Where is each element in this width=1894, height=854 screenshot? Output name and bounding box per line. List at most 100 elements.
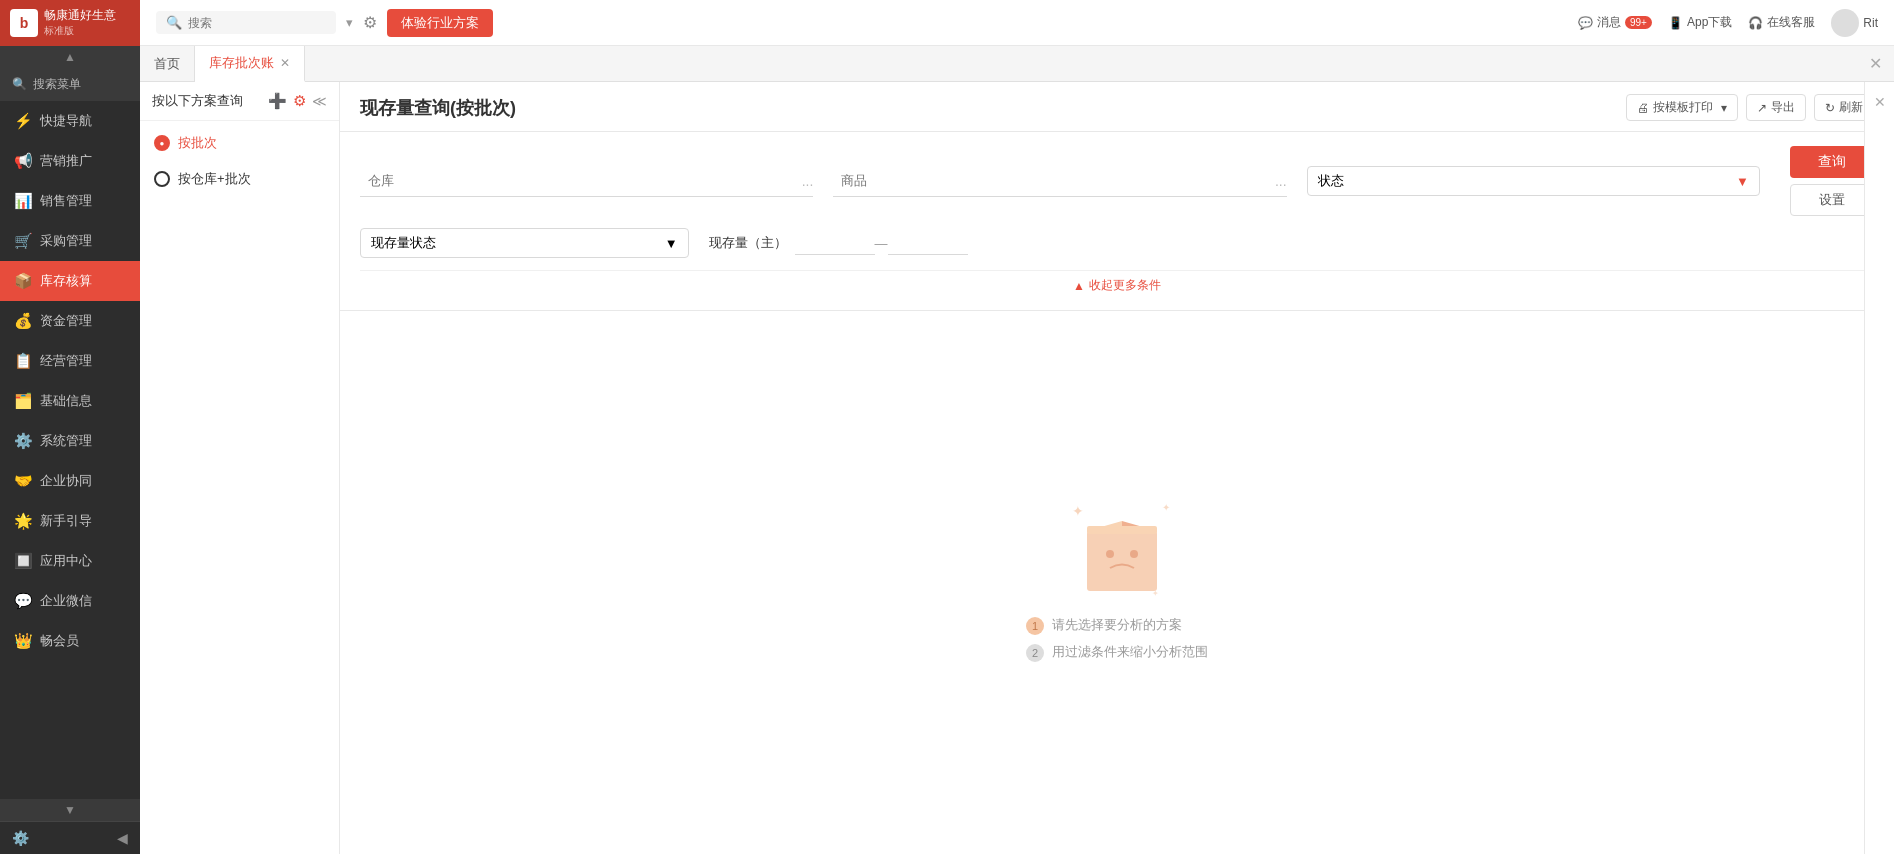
online-service-btn[interactable]: 🎧 在线客服 <box>1748 14 1815 31</box>
scheme-label-by-warehouse-batch: 按仓库+批次 <box>178 170 251 188</box>
scheme-item-by-warehouse-batch[interactable]: 按仓库+批次 <box>140 161 339 197</box>
topbar-search-input[interactable] <box>188 16 326 30</box>
empty-svg: ✦ ✦ ✦ <box>1067 496 1187 606</box>
empty-tips: 1 请先选择要分析的方案 2 用过滤条件来缩小分析范围 <box>1026 616 1208 670</box>
inventory-qty-label: 现存量（主） <box>709 234 787 252</box>
sidebar-item-member[interactable]: 👑 畅会员 <box>0 621 140 661</box>
tab-inventory-batch[interactable]: 库存批次账 ✕ <box>195 46 305 82</box>
filter-settings-btn[interactable]: 设置 <box>1790 184 1874 216</box>
sidebar-item-label: 采购管理 <box>40 232 92 250</box>
sidebar-item-label: 企业微信 <box>40 592 92 610</box>
sidebar-search-btn[interactable]: 🔍 搜索菜单 <box>0 68 140 101</box>
svg-point-5 <box>1130 550 1138 558</box>
svg-text:✦: ✦ <box>1162 502 1170 513</box>
topbar: 🔍 ▾ ⚙ 体验行业方案 💬 消息 99+ 📱 App下载 🎧 在线客服 <box>140 0 1894 46</box>
collapse-more-btn[interactable]: ▲ 收起更多条件 <box>360 270 1874 300</box>
sidebar-item-guide[interactable]: 🌟 新手引导 <box>0 501 140 541</box>
sidebar-item-operations[interactable]: 📋 经营管理 <box>0 341 140 381</box>
settings-topbar-btn[interactable]: ⚙ <box>363 13 377 32</box>
refresh-btn-label: 刷新 <box>1839 99 1863 116</box>
inventory-qty-to-input[interactable] <box>888 231 968 255</box>
filter-actions: 查询 设置 <box>1790 146 1874 216</box>
sidebar-item-label: 库存核算 <box>40 272 92 290</box>
app-version: 标准版 <box>44 24 116 38</box>
sidebar-item-label: 企业协同 <box>40 472 92 490</box>
enterprise-icon: 🤝 <box>14 472 32 490</box>
right-close-icon[interactable]: ✕ <box>1874 94 1886 110</box>
sidebar-item-system[interactable]: ⚙️ 系统管理 <box>0 421 140 461</box>
app-name: 畅康通好生意 <box>44 8 116 24</box>
collapse-scheme-btn[interactable]: ≪ <box>312 92 327 110</box>
sidebar-nav: ⚡ 快捷导航 📢 营销推广 📊 销售管理 🛒 采购管理 📦 库存核算 💰 资金管… <box>0 101 140 799</box>
user-name: Rit <box>1863 16 1878 30</box>
filter-area: ... ... 状态 ▼ <box>340 132 1894 311</box>
warehouse-input[interactable] <box>360 169 798 192</box>
search-icon: 🔍 <box>12 77 27 91</box>
app-logo: b <box>10 9 38 37</box>
warehouse-dots-icon[interactable]: ... <box>802 173 814 189</box>
industry-btn[interactable]: 体验行业方案 <box>387 9 493 37</box>
sidebar-item-sales[interactable]: 📊 销售管理 <box>0 181 140 221</box>
user-avatar-area[interactable]: Rit <box>1831 9 1878 37</box>
collapse-sidebar-icon[interactable]: ◀ <box>117 830 128 846</box>
add-scheme-btn[interactable]: ➕ <box>268 92 287 110</box>
sidebar-item-enterprise[interactable]: 🤝 企业协同 <box>0 461 140 501</box>
page-title: 现存量查询(按批次) <box>360 96 516 120</box>
sidebar-header: b 畅康通好生意 标准版 <box>0 0 140 46</box>
sidebar-item-label: 销售管理 <box>40 192 92 210</box>
collapse-icon: ▲ <box>1073 279 1085 293</box>
empty-illustration: ✦ ✦ ✦ <box>1067 496 1167 596</box>
app-download-btn[interactable]: 📱 App下载 <box>1668 14 1732 31</box>
sidebar-item-basics[interactable]: 🗂️ 基础信息 <box>0 381 140 421</box>
product-input[interactable] <box>833 169 1271 192</box>
finance-icon: 💰 <box>14 312 32 330</box>
inventory-status-text: 现存量状态 <box>371 234 436 252</box>
tab-home[interactable]: 首页 <box>140 46 195 82</box>
query-btn[interactable]: 查询 <box>1790 146 1874 178</box>
scheme-item-by-batch[interactable]: ● 按批次 <box>140 125 339 161</box>
scheme-dot-by-warehouse-batch <box>154 171 170 187</box>
scheme-header-left: 按以下方案查询 <box>152 92 243 110</box>
online-service-label: 在线客服 <box>1767 14 1815 31</box>
tab-bar-close-icon[interactable]: ✕ <box>1869 54 1882 73</box>
member-icon: 👑 <box>14 632 32 650</box>
topbar-search-area[interactable]: 🔍 <box>156 11 336 34</box>
sidebar-item-marketing[interactable]: 📢 营销推广 <box>0 141 140 181</box>
scheme-settings-btn[interactable]: ⚙ <box>293 92 306 110</box>
dropdown-arrow-icon[interactable]: ▾ <box>346 15 353 30</box>
sidebar-item-purchase[interactable]: 🛒 采购管理 <box>0 221 140 261</box>
print-btn[interactable]: 🖨 按模板打印 ▾ <box>1626 94 1738 121</box>
product-dots-icon[interactable]: ... <box>1275 173 1287 189</box>
sidebar-scroll-up[interactable]: ▲ <box>0 46 140 68</box>
empty-tip-2: 2 用过滤条件来缩小分析范围 <box>1026 643 1208 662</box>
sidebar-item-label: 基础信息 <box>40 392 92 410</box>
phone-icon: 📱 <box>1668 16 1683 30</box>
basics-icon: 🗂️ <box>14 392 32 410</box>
tab-close-icon[interactable]: ✕ <box>280 56 290 70</box>
inventory-status-select[interactable]: 现存量状态 ▼ <box>360 228 689 258</box>
sidebar-item-label: 畅会员 <box>40 632 79 650</box>
status-select[interactable]: 状态 ▼ <box>1307 166 1760 196</box>
sales-icon: 📊 <box>14 192 32 210</box>
export-btn[interactable]: ↗ 导出 <box>1746 94 1806 121</box>
sidebar-scroll-down[interactable]: ▼ <box>0 799 140 821</box>
message-icon: 💬 <box>1578 16 1593 30</box>
sidebar-item-finance[interactable]: 💰 资金管理 <box>0 301 140 341</box>
service-icon: 🎧 <box>1748 16 1763 30</box>
inventory-qty-from-input[interactable] <box>795 231 875 255</box>
tip-num-2: 2 <box>1026 644 1044 662</box>
topbar-search-icon: 🔍 <box>166 15 182 30</box>
svg-point-4 <box>1106 550 1114 558</box>
messages-btn[interactable]: 💬 消息 99+ <box>1578 14 1652 31</box>
inventory-qty-filter-item: 现存量（主） — <box>709 231 1366 255</box>
quick-nav-icon: ⚡ <box>14 112 32 130</box>
sidebar-item-app-center[interactable]: 🔲 应用中心 <box>0 541 140 581</box>
topbar-right: 💬 消息 99+ 📱 App下载 🎧 在线客服 Rit <box>1578 9 1878 37</box>
sidebar-item-quick-nav[interactable]: ⚡ 快捷导航 <box>0 101 140 141</box>
sidebar-item-inventory[interactable]: 📦 库存核算 <box>0 261 140 301</box>
sidebar-item-label: 应用中心 <box>40 552 92 570</box>
settings-footer-icon[interactable]: ⚙️ <box>12 830 29 846</box>
refresh-icon: ↻ <box>1825 101 1835 115</box>
print-dropdown-icon[interactable]: ▾ <box>1721 101 1727 115</box>
sidebar-item-wechat[interactable]: 💬 企业微信 <box>0 581 140 621</box>
